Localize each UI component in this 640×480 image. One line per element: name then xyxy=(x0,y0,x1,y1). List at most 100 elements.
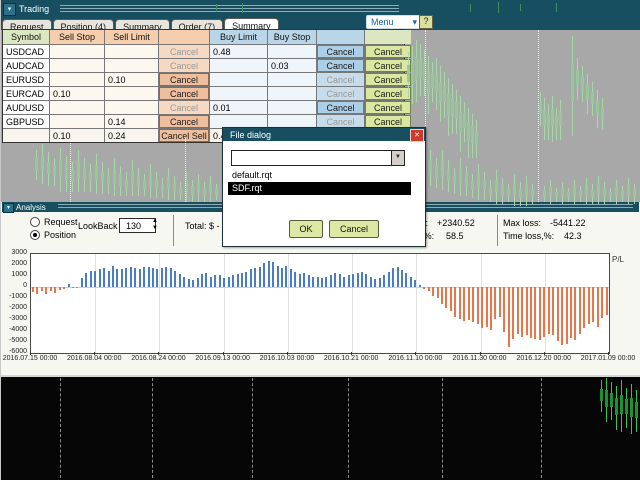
pl-bar xyxy=(556,287,559,341)
filename-combobox[interactable]: ▼ xyxy=(231,150,405,166)
cell-sell-limit[interactable]: 0.10 xyxy=(105,73,158,86)
cancel-all-button[interactable]: Cancel xyxy=(365,101,411,114)
pl-bar xyxy=(232,275,235,287)
candle-body xyxy=(455,102,458,120)
pl-bar xyxy=(147,267,150,287)
cell-buy-limit[interactable]: 0.48 xyxy=(210,45,267,58)
candle-body xyxy=(567,191,570,198)
pl-bar xyxy=(521,287,524,337)
cancel-sell-button: Cancel xyxy=(159,101,209,114)
cell-sell-stop[interactable] xyxy=(50,73,104,86)
x-tick-label: 2016.11.10 00:00 xyxy=(388,355,443,362)
cancel-all-button[interactable]: Cancel xyxy=(365,59,411,72)
x-tick-mark xyxy=(158,352,160,355)
cell-sell-limit[interactable] xyxy=(105,87,158,100)
pl-bar xyxy=(125,267,128,287)
pl-bar xyxy=(476,287,479,325)
cell-buy-stop[interactable] xyxy=(268,73,316,86)
pl-bar xyxy=(138,268,141,287)
lookback-spinner[interactable]: ▲ ▼ xyxy=(152,218,158,232)
cancel-sell-button[interactable]: Cancel xyxy=(159,73,209,86)
candle-body xyxy=(149,173,152,187)
cell-sell-limit[interactable] xyxy=(105,45,158,58)
pl-bar xyxy=(383,275,386,287)
cell-sell-limit[interactable] xyxy=(105,101,158,114)
pl-axis-label: P/L xyxy=(612,255,625,264)
pl-bar xyxy=(352,274,355,287)
cancel-buy-button[interactable]: Cancel xyxy=(317,101,364,114)
cancel-all-button[interactable]: Cancel xyxy=(365,87,411,100)
cell-buy-limit[interactable] xyxy=(210,87,267,100)
cancel-all-button[interactable]: Cancel xyxy=(365,45,411,58)
pl-bar xyxy=(498,287,501,317)
cell-sell-stop[interactable] xyxy=(50,115,104,128)
cancel-sell-all-button[interactable]: Cancel Sell xyxy=(159,129,209,142)
cancel-all-button[interactable]: Cancel xyxy=(365,73,411,86)
candle-body xyxy=(41,155,44,171)
cell-sell-limit[interactable]: 0.14 xyxy=(105,115,158,128)
x-tick-mark xyxy=(415,352,417,355)
pl-bar xyxy=(387,272,390,287)
radio-icon[interactable] xyxy=(30,230,40,240)
column-header-blank-6 xyxy=(317,30,364,44)
titlebar-grip[interactable] xyxy=(60,5,399,12)
dialog-cancel-button[interactable]: Cancel xyxy=(329,220,379,238)
file-item-default-rqt[interactable]: default.rqt xyxy=(228,169,411,181)
menu-button[interactable]: Menu ▾ xyxy=(366,15,422,29)
spinner-up-icon[interactable]: ▲ xyxy=(152,218,158,225)
cell-buy-stop[interactable] xyxy=(268,87,316,100)
ok-button[interactable]: OK xyxy=(289,220,323,238)
pl-bar xyxy=(205,273,208,287)
pl-bar xyxy=(178,274,181,287)
cell-buy-stop[interactable]: 0.03 xyxy=(268,59,316,72)
combobox-dropdown-icon[interactable]: ▼ xyxy=(391,151,404,165)
cell-buy-stop[interactable] xyxy=(268,45,316,58)
radio-request[interactable]: Request xyxy=(30,217,78,227)
spinner-down-icon[interactable]: ▼ xyxy=(152,225,158,232)
x-tick-label: 2017.01.09 00:00 xyxy=(580,355,636,362)
ok-button-label: OK xyxy=(299,224,313,234)
column-header-blank-3 xyxy=(159,30,209,44)
cell-sell-stop[interactable] xyxy=(50,45,104,58)
cell-sell-limit[interactable] xyxy=(105,59,158,72)
cell-buy-limit[interactable]: 0.01 xyxy=(210,101,267,114)
combobox-value xyxy=(232,156,235,166)
candle-body xyxy=(615,186,618,196)
cell-buy-stop[interactable] xyxy=(268,101,316,114)
candle-body xyxy=(137,175,140,187)
cancel-buy-button[interactable]: Cancel xyxy=(317,45,364,58)
close-icon[interactable]: ✕ xyxy=(410,129,424,142)
cancel-sell-button[interactable]: Cancel xyxy=(159,87,209,100)
candle-body xyxy=(451,98,454,117)
pl-bar xyxy=(152,267,155,287)
cell-sell-stop[interactable] xyxy=(50,101,104,114)
cancel-sell-button[interactable]: Cancel xyxy=(159,115,209,128)
pl-bar xyxy=(427,287,430,292)
cell-sell-stop[interactable]: 0.10 xyxy=(50,87,104,100)
totals-sell-stop: 0.10 xyxy=(50,129,104,142)
lookback-input[interactable]: 130 xyxy=(119,218,156,233)
candle-body xyxy=(113,168,116,184)
stat-max-loss: Max loss: -5441.22 xyxy=(503,218,586,228)
cell-symbol: AUDCAD xyxy=(3,59,49,72)
cell-buy-limit[interactable] xyxy=(210,73,267,86)
gridline-vertical xyxy=(352,254,354,353)
radio-position[interactable]: Position xyxy=(30,230,76,240)
pl-bar xyxy=(183,277,186,287)
candle-body xyxy=(489,186,492,195)
help-button[interactable]: ? xyxy=(419,15,433,29)
pl-bar xyxy=(49,287,52,292)
file-dialog-titlebar[interactable]: File dialog xyxy=(223,128,425,141)
x-tick-mark xyxy=(30,352,31,355)
pl-bar xyxy=(605,287,608,315)
file-item-sdf-rqt[interactable]: SDF.rqt xyxy=(228,181,411,195)
analysis-collapse-button[interactable]: ▾ xyxy=(3,203,14,213)
candle-tick xyxy=(520,4,521,11)
radio-icon[interactable] xyxy=(30,217,40,227)
cell-sell-stop[interactable] xyxy=(50,59,104,72)
cancel-buy-button[interactable]: Cancel xyxy=(317,59,364,72)
cell-buy-limit[interactable] xyxy=(210,59,267,72)
period-separator-line xyxy=(541,378,542,478)
pl-bar xyxy=(449,287,452,312)
candle-body xyxy=(600,388,603,402)
